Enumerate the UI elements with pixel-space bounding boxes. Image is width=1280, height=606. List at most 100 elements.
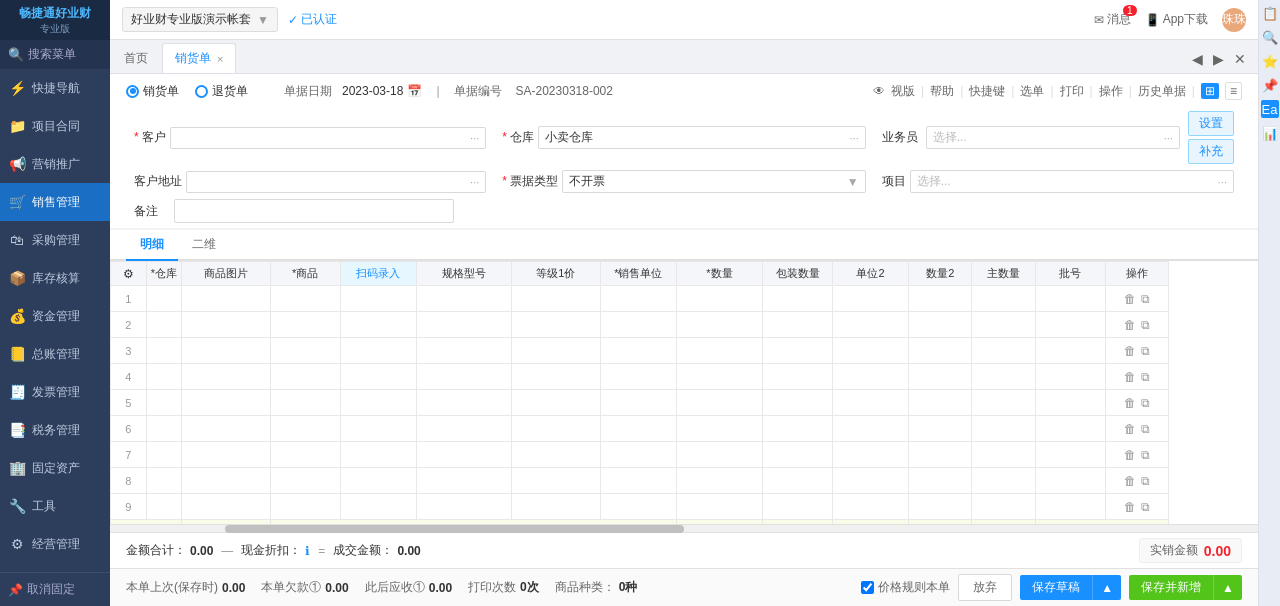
shortcut-label[interactable]: 快捷键	[969, 83, 1005, 100]
sidebar-item-operations[interactable]: ⚙ 经营管理	[0, 525, 110, 563]
salesperson-input[interactable]: 选择... ···	[926, 126, 1180, 149]
row-unit[interactable]	[600, 286, 676, 312]
message-button[interactable]: ✉ 消息 1	[1094, 11, 1131, 28]
col-settings[interactable]: ⚙	[111, 262, 147, 286]
row-warehouse[interactable]	[146, 286, 182, 312]
scroll-thumb[interactable]	[225, 525, 684, 533]
right-panel-icon-4[interactable]: 📌	[1261, 76, 1279, 94]
sidebar-item-quick[interactable]: ⚡ 快捷导航	[0, 69, 110, 107]
delete-row-icon[interactable]: 🗑	[1123, 395, 1137, 411]
col-unit2[interactable]: 单位2	[832, 262, 908, 286]
sidebar-item-finance[interactable]: 💰 资金管理	[0, 297, 110, 335]
row-qty[interactable]	[676, 286, 762, 312]
tab-next-icon[interactable]: ▶	[1209, 49, 1228, 69]
sidebar-item-inventory[interactable]: 📦 库存核算	[0, 259, 110, 297]
right-panel-icon-6[interactable]: 📊	[1261, 124, 1279, 142]
address-input[interactable]: ···	[186, 171, 486, 193]
search-menu-item[interactable]: 🔍 搜索菜单	[0, 40, 110, 69]
delete-row-icon[interactable]: 🗑	[1123, 343, 1137, 359]
sidebar-item-purchase[interactable]: 🛍 采购管理	[0, 221, 110, 259]
col-main-qty[interactable]: 主数量	[972, 262, 1035, 286]
delete-row-icon[interactable]: 🗑	[1123, 369, 1137, 385]
row-scan[interactable]	[340, 286, 416, 312]
user-avatar[interactable]: 珠珠	[1222, 8, 1246, 32]
copy-row-icon[interactable]: ⧉	[1140, 317, 1151, 333]
delete-row-icon[interactable]: 🗑	[1123, 291, 1137, 307]
sidebar-item-project[interactable]: 📁 项目合同	[0, 107, 110, 145]
tab-close-all-icon[interactable]: ✕	[1230, 49, 1250, 69]
col-spec[interactable]: 规格型号	[416, 262, 511, 286]
delete-row-icon[interactable]: 🗑	[1123, 499, 1137, 515]
col-unit[interactable]: *销售单位	[600, 262, 676, 286]
copy-row-icon[interactable]: ⧉	[1140, 395, 1151, 411]
radio-sale[interactable]: 销货单	[126, 83, 179, 100]
customer-input[interactable]: ···	[170, 127, 486, 149]
row-price[interactable]	[511, 286, 600, 312]
tab-detail[interactable]: 明细	[126, 230, 178, 261]
sidebar-bottom[interactable]: 📌 取消固定	[0, 572, 110, 606]
right-panel-icon-2[interactable]: 🔍	[1261, 28, 1279, 46]
invoice-select[interactable]: 不开票 ▼	[562, 170, 865, 193]
col-warehouse[interactable]: *仓库	[146, 262, 182, 286]
copy-row-icon[interactable]: ⧉	[1140, 421, 1151, 437]
col-product[interactable]: *商品	[270, 262, 340, 286]
tab-home[interactable]: 首页	[110, 44, 162, 73]
save-new-button[interactable]: 保存并新增	[1129, 575, 1213, 600]
save-draft-dropdown[interactable]: ▲	[1092, 575, 1121, 600]
app-download-button[interactable]: 📱 App下载	[1145, 11, 1208, 28]
col-qty2[interactable]: 数量2	[909, 262, 972, 286]
col-scan[interactable]: 扫码录入	[340, 262, 416, 286]
select-label[interactable]: 选单	[1020, 83, 1044, 100]
tab-prev-icon[interactable]: ◀	[1188, 49, 1207, 69]
radio-return[interactable]: 退货单	[195, 83, 248, 100]
date-field[interactable]: 2023-03-18 📅	[342, 84, 422, 98]
col-price[interactable]: 等级1价	[511, 262, 600, 286]
sidebar-item-tax[interactable]: 📑 税务管理	[0, 411, 110, 449]
row-pack-qty[interactable]	[763, 286, 833, 312]
tab-2d[interactable]: 二维	[178, 230, 230, 261]
copy-row-icon[interactable]: ⧉	[1140, 343, 1151, 359]
sidebar-item-accounts[interactable]: 📒 总账管理	[0, 335, 110, 373]
col-pack-qty[interactable]: 包装数量	[763, 262, 833, 286]
list-view-icon[interactable]: ≡	[1225, 82, 1242, 100]
right-panel-icon-1[interactable]: 📋	[1261, 4, 1279, 22]
col-image[interactable]: 商品图片	[182, 262, 271, 286]
copy-row-icon[interactable]: ⧉	[1140, 473, 1151, 489]
grid-view-icon[interactable]: ⊞	[1201, 83, 1219, 99]
sidebar-item-tools[interactable]: 🔧 工具	[0, 487, 110, 525]
sidebar-item-marketing[interactable]: 📢 营销推广	[0, 145, 110, 183]
price-rule-checkbox[interactable]	[861, 581, 874, 594]
price-rule-check[interactable]: 价格规则本单	[861, 579, 950, 596]
sidebar-item-assets[interactable]: 🏢 固定资产	[0, 449, 110, 487]
view-label[interactable]: 视版	[891, 83, 915, 100]
sidebar-item-reports[interactable]: 📊 小畅报销	[0, 563, 110, 572]
sidebar-item-sales[interactable]: 🛒 销售管理	[0, 183, 110, 221]
row-spec[interactable]	[416, 286, 511, 312]
sidebar-item-invoicing[interactable]: 🧾 发票管理	[0, 373, 110, 411]
history-label[interactable]: 历史单据	[1138, 83, 1186, 100]
col-batch[interactable]: 批号	[1035, 262, 1105, 286]
warehouse-input[interactable]: 小卖仓库 ···	[538, 126, 865, 149]
delete-row-icon[interactable]: 🗑	[1123, 317, 1137, 333]
copy-row-icon[interactable]: ⧉	[1140, 369, 1151, 385]
delete-row-icon[interactable]: 🗑	[1123, 473, 1137, 489]
print-label[interactable]: 打印	[1060, 83, 1084, 100]
save-new-dropdown[interactable]: ▲	[1213, 575, 1242, 600]
add-button[interactable]: 补充	[1188, 139, 1234, 164]
row-image[interactable]	[182, 286, 271, 312]
row-batch[interactable]	[1035, 286, 1105, 312]
row-unit2[interactable]	[832, 286, 908, 312]
copy-row-icon[interactable]: ⧉	[1140, 447, 1151, 463]
tab-close-button[interactable]: ×	[217, 53, 223, 65]
copy-row-icon[interactable]: ⧉	[1140, 291, 1151, 307]
discard-button[interactable]: 放弃	[958, 574, 1012, 601]
tab-sales-order[interactable]: 销货单 ×	[162, 43, 236, 73]
row-qty2[interactable]	[909, 286, 972, 312]
info-icon[interactable]: ℹ	[305, 544, 310, 558]
company-selector[interactable]: 好业财专业版演示帐套 ▼	[122, 7, 278, 32]
delete-row-icon[interactable]: 🗑	[1123, 421, 1137, 437]
copy-row-icon[interactable]: ⧉	[1140, 499, 1151, 515]
help-label[interactable]: 帮助	[930, 83, 954, 100]
save-draft-button[interactable]: 保存草稿	[1020, 575, 1092, 600]
operation-label[interactable]: 操作	[1099, 83, 1123, 100]
